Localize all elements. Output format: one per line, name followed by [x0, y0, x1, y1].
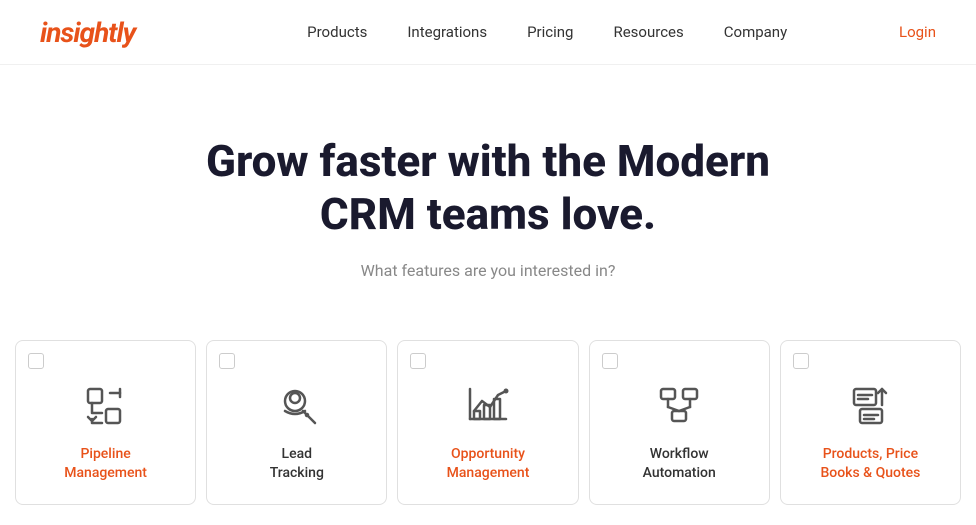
nav-item-pricing[interactable]: Pricing	[527, 23, 573, 41]
nav-item-products[interactable]: Products	[307, 23, 367, 41]
workflow-icon	[606, 381, 753, 429]
feature-card-label-opportunity: OpportunityManagement	[414, 445, 561, 484]
feature-card-workflow-automation[interactable]: WorkflowAutomation	[589, 340, 770, 505]
feature-card-label-products: Products, PriceBooks & Quotes	[797, 445, 944, 484]
logo[interactable]: insightly	[40, 16, 135, 49]
nav-item-resources[interactable]: Resources	[613, 23, 683, 41]
feature-card-label-workflow: WorkflowAutomation	[606, 445, 753, 484]
pipeline-icon	[32, 381, 179, 429]
lead-tracking-icon	[223, 381, 370, 429]
feature-cards-container: PipelineManagement LeadTracking	[0, 320, 976, 525]
card-checkbox-lead[interactable]	[219, 353, 235, 369]
feature-card-pipeline-management[interactable]: PipelineManagement	[15, 340, 196, 505]
card-checkbox-opportunity[interactable]	[410, 353, 426, 369]
card-checkbox-workflow[interactable]	[602, 353, 618, 369]
opportunity-icon	[414, 381, 561, 429]
card-checkbox-pipeline[interactable]	[28, 353, 44, 369]
hero-heading: Grow faster with the Modern CRM teams lo…	[138, 135, 838, 241]
login-button[interactable]: Login	[899, 23, 936, 41]
feature-card-label-lead: LeadTracking	[223, 445, 370, 484]
nav-item-integrations[interactable]: Integrations	[407, 23, 487, 41]
feature-card-lead-tracking[interactable]: LeadTracking	[206, 340, 387, 505]
feature-card-products-price-books[interactable]: Products, PriceBooks & Quotes	[780, 340, 961, 505]
hero-section: Grow faster with the Modern CRM teams lo…	[0, 65, 976, 320]
nav-item-company[interactable]: Company	[724, 23, 787, 41]
card-checkbox-products[interactable]	[793, 353, 809, 369]
products-icon	[797, 381, 944, 429]
header: insightly Products Integrations Pricing Res…	[0, 0, 976, 65]
feature-card-opportunity-management[interactable]: OpportunityManagement	[397, 340, 578, 505]
feature-card-label-pipeline: PipelineManagement	[32, 445, 179, 484]
main-nav: Products Integrations Pricing Resources Comp…	[195, 23, 899, 41]
hero-subheading: What features are you interested in?	[20, 261, 956, 280]
